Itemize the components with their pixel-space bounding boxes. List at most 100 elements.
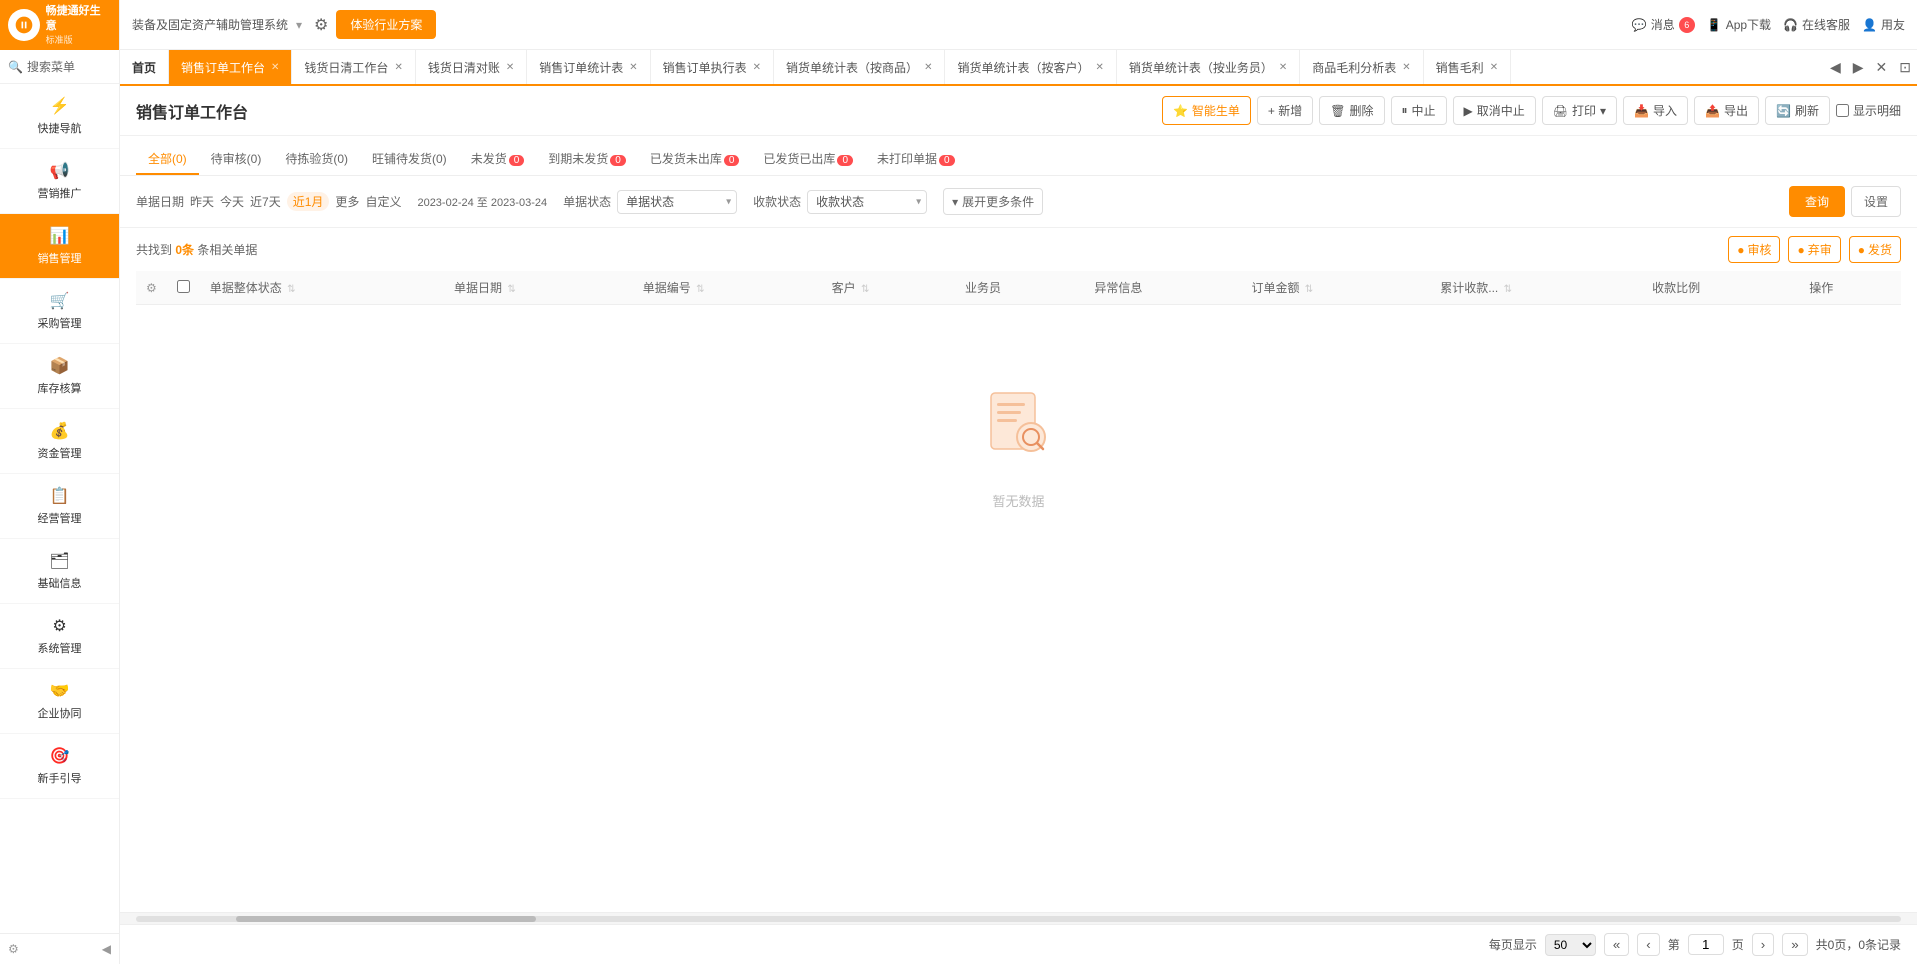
prev-page-button[interactable]: ‹ — [1637, 933, 1659, 956]
subtab-shipped-not-out[interactable]: 已发货未出库0 — [638, 144, 752, 175]
subtab-pending-review[interactable]: 待审核(0) — [199, 144, 274, 175]
sidebar-item-label: 新手引导 — [38, 770, 82, 786]
tab-close-icon[interactable]: ✕ — [1279, 62, 1287, 73]
pause-button[interactable]: ⏸ 中止 — [1391, 96, 1447, 125]
sidebar-item-enterprise[interactable]: 🤝 企业协同 — [0, 669, 119, 734]
tab-close-icon[interactable]: ✕ — [506, 62, 514, 73]
delete-button[interactable]: 🗑 删除 — [1319, 96, 1384, 125]
set-button[interactable]: 设置 — [1851, 186, 1901, 217]
sidebar-item-basic[interactable]: 🗂 基础信息 — [0, 539, 119, 604]
show-detail-label[interactable]: 显示明细 — [1836, 102, 1901, 119]
tab-sales-stats[interactable]: 销售订单统计表 ✕ — [527, 50, 650, 85]
collapse-icon[interactable]: ◀ — [102, 942, 111, 956]
status-filter-label: 单据状态 — [563, 193, 611, 210]
query-button[interactable]: 查询 — [1789, 186, 1845, 217]
subtab-all[interactable]: 全部(0) — [136, 144, 199, 175]
payment-select[interactable]: 收款状态 — [807, 190, 927, 214]
sidebar-item-marketing[interactable]: 📢 营销推广 — [0, 149, 119, 214]
sidebar-item-nav[interactable]: ⚡ 快捷导航 — [0, 84, 119, 149]
select-all-checkbox[interactable] — [177, 280, 190, 293]
tab-close-icon[interactable]: ✕ — [1490, 62, 1498, 73]
tab-close-icon[interactable]: ✕ — [1095, 62, 1103, 73]
expand-filter-button[interactable]: ▾ 展开更多条件 — [943, 188, 1043, 215]
sidebar-item-finance[interactable]: 💰 资金管理 — [0, 409, 119, 474]
tab-close-icon[interactable]: ✕ — [629, 62, 637, 73]
subtab-not-shipped[interactable]: 未发货0 — [459, 144, 537, 175]
sidebar-item-sales[interactable]: 📊 销售管理 — [0, 214, 119, 279]
col-settings[interactable]: ⚙ — [136, 271, 167, 305]
app-download-btn[interactable]: 📱 App下载 — [1707, 16, 1771, 33]
subtab-wangpu[interactable]: 旺铺待发货(0) — [360, 144, 459, 175]
subtab-shipped-out[interactable]: 已发货已出库0 — [751, 144, 865, 175]
status-select[interactable]: 单据状态 — [617, 190, 737, 214]
tab-sales-workbench[interactable]: 销售订单工作台 ✕ — [169, 50, 292, 85]
tab-close-icon[interactable]: ✕ — [1402, 62, 1410, 73]
sidebar-item-system[interactable]: ⚙ 系统管理 — [0, 604, 119, 669]
sidebar-logo: 畅捷通好生意 标准版 — [0, 0, 119, 50]
date-opt-custom[interactable]: 自定义 — [365, 193, 401, 210]
page-size-select[interactable]: 50 100 200 — [1545, 934, 1596, 956]
sidebar-search[interactable]: 🔍 搜索菜单 — [0, 50, 119, 84]
tab-sales-profit[interactable]: 销售毛利 ✕ — [1424, 50, 1511, 85]
tab-sales-exec[interactable]: 销售订单执行表 ✕ — [651, 50, 774, 85]
review-action-button[interactable]: ● 审核 — [1728, 236, 1780, 263]
tab-close-all-button[interactable]: ✕ — [1870, 55, 1894, 80]
first-page-button[interactable]: « — [1604, 933, 1629, 956]
tab-sales-summary-staff[interactable]: 销货单统计表（按业务员） ✕ — [1117, 50, 1300, 85]
subtab-pending-check[interactable]: 待拣验货(0) — [273, 144, 360, 175]
pagination: 每页显示 50 100 200 « ‹ 第 页 › » 共0页，0条记录 — [120, 924, 1917, 964]
sidebar-item-operations[interactable]: 📋 经营管理 — [0, 474, 119, 539]
refresh-button[interactable]: 🔄 刷新 — [1765, 96, 1830, 125]
date-opt-today[interactable]: 今天 — [220, 193, 244, 210]
tab-prev-button[interactable]: ◀ — [1824, 55, 1847, 80]
tab-close-icon[interactable]: ✕ — [394, 62, 402, 73]
tab-close-icon[interactable]: ✕ — [271, 62, 279, 73]
sidebar-item-inventory[interactable]: 📦 库存核算 — [0, 344, 119, 409]
date-opt-more[interactable]: 更多 — [335, 193, 359, 210]
message-btn[interactable]: 💬 消息 6 — [1632, 16, 1695, 33]
tab-next-button[interactable]: ▶ — [1847, 55, 1870, 80]
last-page-button[interactable]: » — [1782, 933, 1807, 956]
tab-label: 销货单统计表（按业务员） — [1129, 59, 1273, 76]
table-actions: ● 审核 ● 弃审 ● 发货 — [1728, 236, 1901, 263]
print-icon: 🖨 — [1553, 104, 1568, 118]
sidebar-item-label: 采购管理 — [38, 315, 82, 331]
settings-icon[interactable]: ⚙ — [8, 942, 19, 956]
cancel-pause-button[interactable]: ▶ 取消中止 — [1453, 96, 1536, 125]
add-button[interactable]: + 新增 — [1257, 96, 1313, 125]
date-opt-1month[interactable]: 近1月 — [287, 192, 330, 211]
next-page-button[interactable]: › — [1752, 933, 1774, 956]
topbar-gear-icon[interactable]: ⚙ — [314, 15, 328, 35]
tab-gross-margin[interactable]: 商品毛利分析表 ✕ — [1300, 50, 1423, 85]
filter-right-btns: 查询 设置 — [1789, 186, 1901, 217]
tab-maximize-button[interactable]: ⊡ — [1893, 55, 1917, 80]
subtab-not-printed[interactable]: 未打印单据0 — [865, 144, 967, 175]
sidebar-item-guide[interactable]: 🎯 新手引导 — [0, 734, 119, 799]
cancel-review-action-button[interactable]: ● 弃审 — [1788, 236, 1840, 263]
system-dropdown[interactable]: ▾ — [296, 18, 302, 32]
tab-home[interactable]: 首页 — [120, 50, 169, 85]
print-button[interactable]: 🖨 打印 ▾ — [1542, 96, 1617, 125]
export-button[interactable]: 📤 导出 — [1694, 96, 1759, 125]
scrollbar-thumb[interactable] — [236, 916, 536, 922]
show-detail-checkbox[interactable] — [1836, 104, 1849, 117]
tab-sales-summary-product[interactable]: 销货单统计表（按商品） ✕ — [774, 50, 945, 85]
scrollbar-track[interactable] — [136, 916, 1901, 922]
smart-create-button[interactable]: ⭐ 智能生单 — [1162, 96, 1251, 125]
import-button[interactable]: 📥 导入 — [1623, 96, 1688, 125]
tab-close-icon[interactable]: ✕ — [924, 62, 932, 73]
user-menu[interactable]: 👤 用友 — [1862, 16, 1905, 33]
subtab-expired-not-shipped[interactable]: 到期未发货0 — [536, 144, 638, 175]
col-checkbox[interactable] — [167, 271, 200, 305]
sidebar-item-purchase[interactable]: 🛒 采购管理 — [0, 279, 119, 344]
date-opt-7days[interactable]: 近7天 — [250, 193, 281, 210]
date-opt-yesterday[interactable]: 昨天 — [190, 193, 214, 210]
tab-cash-daily[interactable]: 钱货日清工作台 ✕ — [292, 50, 415, 85]
tab-sales-summary-customer[interactable]: 销货单统计表（按客户） ✕ — [945, 50, 1116, 85]
ship-action-button[interactable]: ● 发货 — [1849, 236, 1901, 263]
page-number-input[interactable] — [1688, 934, 1724, 955]
industry-solution-button[interactable]: 体验行业方案 — [336, 10, 436, 39]
tab-close-icon[interactable]: ✕ — [753, 62, 761, 73]
tab-cash-reconcile[interactable]: 钱货日清对账 ✕ — [416, 50, 527, 85]
online-service-btn[interactable]: 🎧 在线客服 — [1783, 16, 1850, 33]
